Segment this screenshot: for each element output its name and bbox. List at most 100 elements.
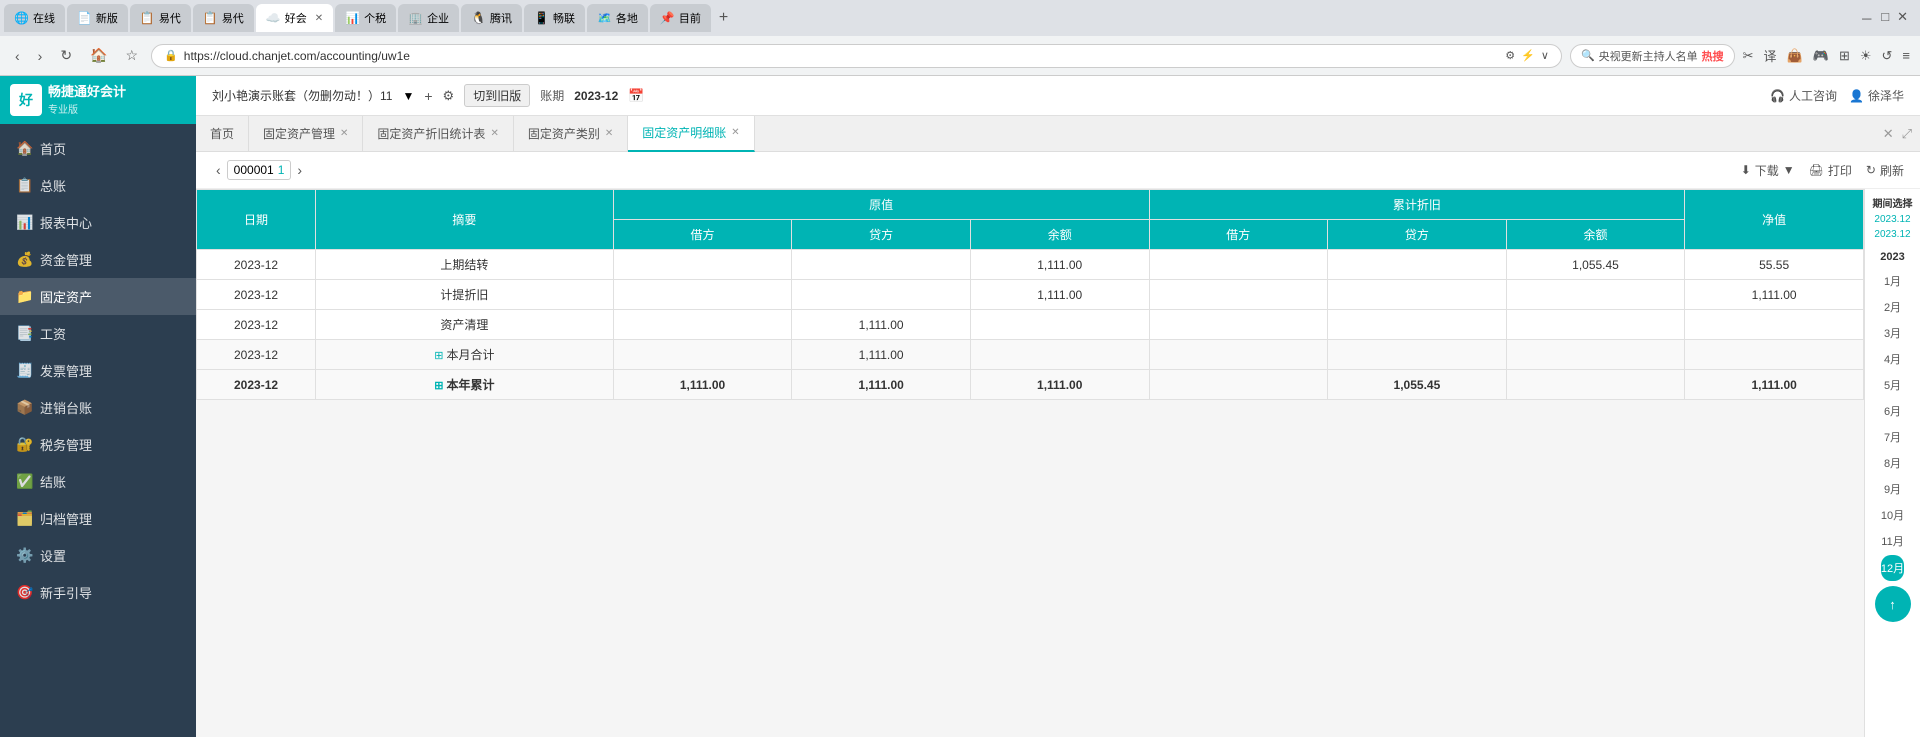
sidebar-item-tax[interactable]: 🔐 税务管理 — [0, 426, 196, 463]
sidebar-item-salary[interactable]: 📑 工资 — [0, 315, 196, 352]
header-orig-credit: 贷方 — [792, 220, 971, 250]
bookmark-button[interactable]: ☆ — [121, 45, 144, 66]
sidebar-item-guide[interactable]: 🎯 新手引导 — [0, 574, 196, 611]
period-month-2[interactable]: 2月 — [1865, 294, 1920, 320]
account-code-box: 000001 1 — [227, 160, 292, 180]
tab-depreciation-statistics[interactable]: 固定资产折旧统计表 ✕ — [363, 116, 513, 152]
row2-orig-debit — [613, 280, 792, 310]
ai-consult-btn[interactable]: 🎧 人工咨询 — [1770, 87, 1837, 104]
browser-tab-11[interactable]: 📌 目前 — [650, 4, 711, 32]
collapse-btn[interactable]: ✕ — [1883, 126, 1894, 142]
translate-icon[interactable]: 译 — [1764, 46, 1777, 65]
sidebar-item-settings[interactable]: ⚙️ 设置 — [0, 537, 196, 574]
tab-close-depreciation-statistics[interactable]: ✕ — [490, 128, 498, 139]
table-row-total: 2023-12 ⊞本年累计 1,111.00 1,111.00 1,111.00… — [197, 370, 1864, 400]
game-icon[interactable]: 🎮 — [1813, 48, 1829, 64]
period-month-3[interactable]: 3月 — [1865, 320, 1920, 346]
tab-fixed-asset-management[interactable]: 固定资产管理 ✕ — [249, 116, 363, 152]
settings-gear[interactable]: ⚙ — [443, 88, 455, 104]
wallet-icon[interactable]: 👜 — [1787, 48, 1803, 64]
period-month-6[interactable]: 6月 — [1865, 398, 1920, 424]
period-year[interactable]: 2023 — [1865, 246, 1920, 268]
url-bar[interactable]: 🔒 https://cloud.chanjet.com/accounting/u… — [151, 44, 1562, 68]
row1-date: 2023-12 — [197, 250, 316, 280]
switch-version-btn[interactable]: 切到旧版 — [464, 84, 530, 107]
scroll-up-btn[interactable]: ↑ — [1875, 586, 1911, 622]
row2-acc-balance — [1506, 280, 1685, 310]
period-month-9[interactable]: 9月 — [1865, 476, 1920, 502]
sidebar-item-invoice[interactable]: 🧾 发票管理 — [0, 352, 196, 389]
next-page-btn[interactable]: › — [293, 160, 306, 180]
browser-tab-2[interactable]: 📄 新版 — [67, 4, 128, 32]
sidebar-item-home[interactable]: 🏠 首页 — [0, 130, 196, 167]
expand-btn[interactable]: ⤢ — [1902, 126, 1912, 142]
tab-home[interactable]: 首页 — [196, 116, 249, 152]
browser-tab-7[interactable]: 🏢 企业 — [398, 4, 459, 32]
browser-tab-close[interactable]: ✕ — [315, 13, 323, 24]
browser-tab-6[interactable]: 📊 个税 — [335, 4, 396, 32]
period-month-7[interactable]: 7月 — [1865, 424, 1920, 450]
period-month-8[interactable]: 8月 — [1865, 450, 1920, 476]
sidebar-item-archive[interactable]: 🗂️ 归档管理 — [0, 500, 196, 537]
sun-icon[interactable]: ☀ — [1860, 48, 1872, 64]
back-button[interactable]: ‹ — [10, 46, 25, 66]
period-month-10[interactable]: 10月 — [1865, 502, 1920, 528]
sidebar-item-ledger[interactable]: 📋 总账 — [0, 167, 196, 204]
browser-tab-5[interactable]: ☁️ 好会 ✕ — [256, 4, 333, 32]
browser-tab-1[interactable]: 🌐 在线 — [4, 4, 65, 32]
scissors-icon[interactable]: ✂ — [1743, 48, 1754, 64]
app-header-right: 🎧 人工咨询 👤 徐泽华 — [1770, 87, 1904, 104]
new-tab-button[interactable]: + — [713, 9, 734, 27]
reload-button[interactable]: ↻ — [55, 45, 77, 66]
row2-date: 2023-12 — [197, 280, 316, 310]
user-profile-btn[interactable]: 👤 徐泽华 — [1849, 87, 1904, 104]
grid-icon[interactable]: ⊞ — [1839, 48, 1850, 64]
browser-tab-10[interactable]: 🗺️ 各地 — [587, 4, 648, 32]
row3-date: 2023-12 — [197, 310, 316, 340]
account-dropdown[interactable]: ▼ — [402, 89, 414, 103]
close-btn[interactable]: ✕ — [1897, 9, 1908, 28]
period-calendar-icon[interactable]: 📅 — [628, 88, 644, 104]
row3-orig-debit — [613, 310, 792, 340]
sidebar-item-purchase-sale[interactable]: 📦 进销台账 — [0, 389, 196, 426]
headset-icon: 🎧 — [1770, 89, 1785, 103]
print-btn[interactable]: 🖨 打印 — [1809, 162, 1852, 179]
minimize-btn[interactable]: － — [1860, 9, 1873, 28]
download-btn[interactable]: ⬇ 下载 ▼ — [1741, 162, 1795, 179]
home-button[interactable]: 🏠 — [85, 45, 112, 66]
row3-orig-credit: 1,111.00 — [792, 310, 971, 340]
menu-icon[interactable]: ≡ — [1902, 48, 1910, 63]
tab-asset-category[interactable]: 固定资产类别 ✕ — [514, 116, 628, 152]
row5-acc-balance — [1506, 370, 1685, 400]
refresh-btn[interactable]: ↻ 刷新 — [1866, 162, 1904, 179]
sidebar-item-funds[interactable]: 💰 资金管理 — [0, 241, 196, 278]
browser-tab-9[interactable]: 📱 畅联 — [524, 4, 585, 32]
sidebar-item-report[interactable]: 📊 报表中心 — [0, 204, 196, 241]
tab-close-asset-category[interactable]: ✕ — [605, 128, 613, 139]
history-icon[interactable]: ↺ — [1882, 48, 1893, 64]
search-bar[interactable]: 🔍 央视更新主持人名单 热搜 — [1570, 44, 1735, 68]
row5-orig-debit: 1,111.00 — [613, 370, 792, 400]
table-main: 日期 摘要 原值 累计折旧 净值 借方 贷方 余额 借方 贷方 余额 — [196, 189, 1864, 737]
period-value: 2023-12 — [574, 89, 618, 103]
period-month-1[interactable]: 1月 — [1865, 268, 1920, 294]
browser-tab-4[interactable]: 📋 易代 — [193, 4, 254, 32]
browser-tab-8[interactable]: 🐧 腾讯 — [461, 4, 522, 32]
period-month-12[interactable]: 12月 — [1881, 555, 1904, 581]
browser-tab-3[interactable]: 📋 易代 — [130, 4, 191, 32]
row1-orig-balance: 1,111.00 — [970, 250, 1149, 280]
maximize-btn[interactable]: □ — [1881, 9, 1889, 28]
prev-page-btn[interactable]: ‹ — [212, 160, 225, 180]
tab-asset-ledger[interactable]: 固定资产明细账 ✕ — [628, 116, 754, 152]
sidebar-item-fixed-assets[interactable]: 📁 固定资产 — [0, 278, 196, 315]
forward-button[interactable]: › — [33, 46, 48, 66]
tab-close-asset-ledger[interactable]: ✕ — [731, 127, 739, 138]
period-month-11[interactable]: 11月 — [1865, 528, 1920, 554]
period-month-5[interactable]: 5月 — [1865, 372, 1920, 398]
tab-close-fixed-asset-management[interactable]: ✕ — [340, 128, 348, 139]
period-month-4[interactable]: 4月 — [1865, 346, 1920, 372]
header-accumulated-depreciation: 累计折旧 — [1149, 190, 1685, 220]
add-account-btn[interactable]: + — [424, 88, 432, 104]
sidebar-item-close-accounts[interactable]: ✅ 结账 — [0, 463, 196, 500]
browser-tab-bar: 🌐 在线 📄 新版 📋 易代 📋 易代 ☁️ 好会 ✕ 📊 个税 🏢 企业 🐧 … — [0, 0, 1920, 36]
